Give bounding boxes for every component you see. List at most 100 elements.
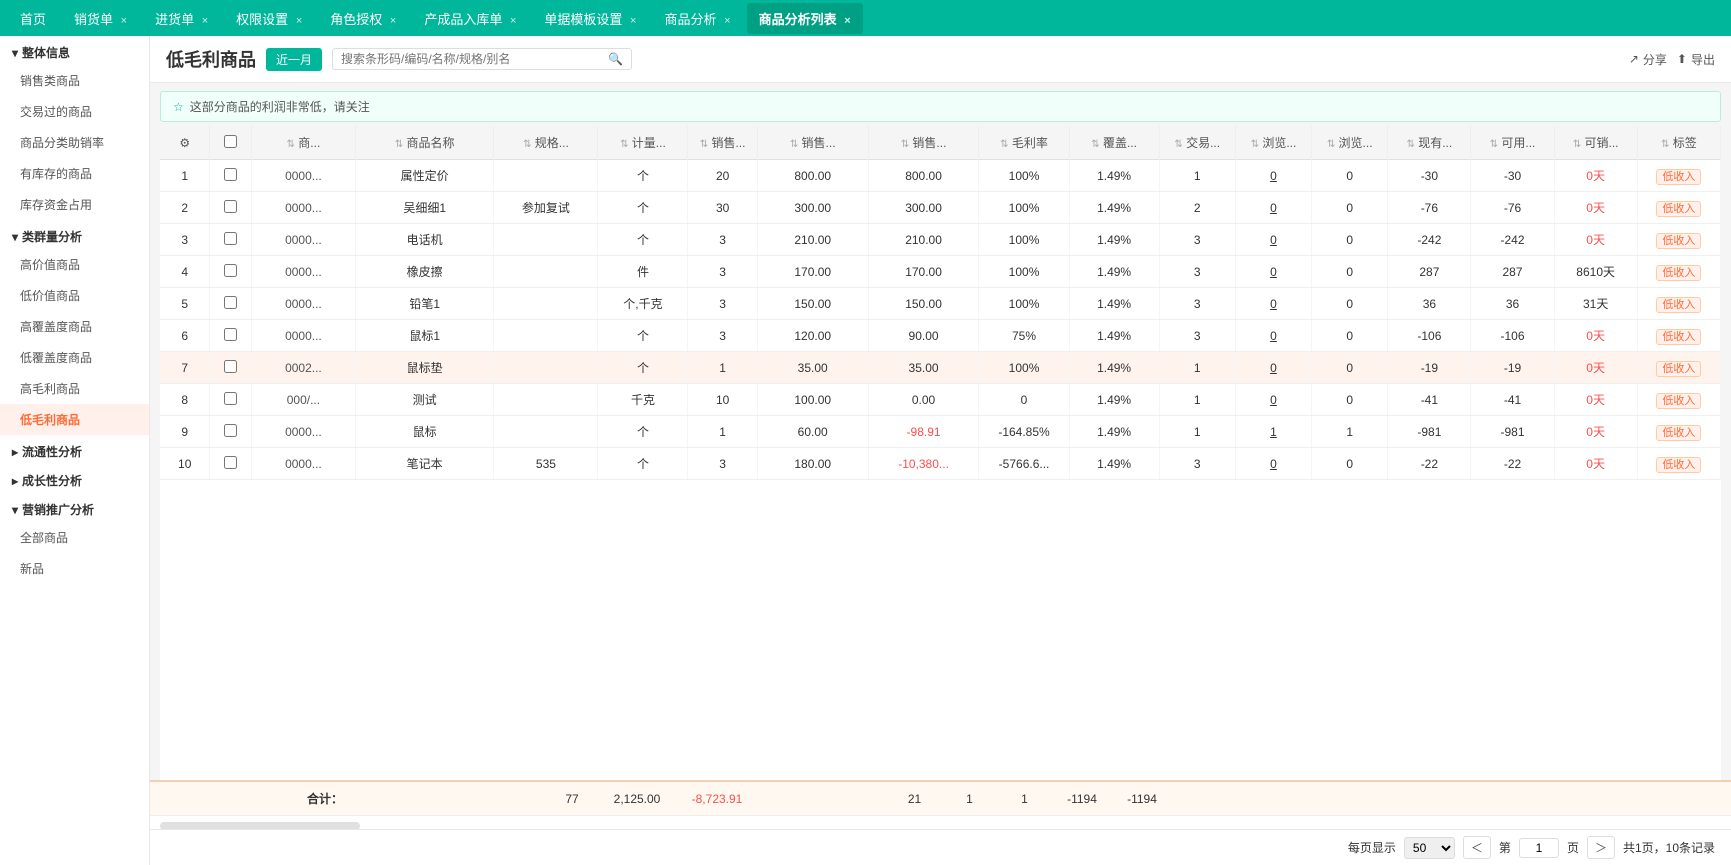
- browse1-link[interactable]: 0: [1270, 457, 1277, 471]
- col-header-transaction[interactable]: ⇅ 交易...: [1159, 126, 1235, 160]
- nav-template-settings[interactable]: 单据模板设置 ×: [532, 3, 648, 34]
- sidebar-item-high-value[interactable]: 高价值商品: [0, 249, 149, 280]
- row-browse1[interactable]: 1: [1235, 416, 1311, 448]
- row-checkbox[interactable]: [224, 424, 237, 437]
- export-button[interactable]: ⬆ 导出: [1677, 51, 1715, 68]
- nav-home[interactable]: 首页: [8, 3, 58, 34]
- col-header-sales-profit[interactable]: ⇅ 销售...: [868, 126, 979, 160]
- col-header-spec[interactable]: ⇅ 规格...: [494, 126, 598, 160]
- prev-page-button[interactable]: ＜: [1463, 836, 1491, 859]
- row-checkbox[interactable]: [224, 296, 237, 309]
- nav-product-analysis-list[interactable]: 商品分析列表 ×: [747, 3, 863, 34]
- next-page-button[interactable]: ＞: [1587, 836, 1615, 859]
- row-checkbox[interactable]: [224, 328, 237, 341]
- nav-finished-goods[interactable]: 产成品入库单 ×: [412, 3, 528, 34]
- nav-role-auth[interactable]: 角色授权 ×: [318, 3, 408, 34]
- sidebar-group-marketing[interactable]: ▾ 营销推广分析: [0, 493, 149, 522]
- row-checkbox-cell[interactable]: [210, 384, 252, 416]
- sidebar-item-traded-goods[interactable]: 交易过的商品: [0, 96, 149, 127]
- row-checkbox[interactable]: [224, 168, 237, 181]
- row-checkbox-cell[interactable]: [210, 288, 252, 320]
- row-browse1[interactable]: 0: [1235, 448, 1311, 480]
- row-checkbox-cell[interactable]: [210, 160, 252, 192]
- browse1-link[interactable]: 0: [1270, 329, 1277, 343]
- row-browse1[interactable]: 0: [1235, 224, 1311, 256]
- col-header-coverage[interactable]: ⇅ 覆盖...: [1069, 126, 1159, 160]
- sidebar-item-low-value[interactable]: 低价值商品: [0, 280, 149, 311]
- browse1-link[interactable]: 0: [1270, 297, 1277, 311]
- sidebar-item-new-goods[interactable]: 新品: [0, 553, 149, 584]
- col-header-check[interactable]: [210, 126, 252, 160]
- sidebar-item-high-margin[interactable]: 高毛利商品: [0, 373, 149, 404]
- row-checkbox[interactable]: [224, 232, 237, 245]
- row-browse1[interactable]: 0: [1235, 352, 1311, 384]
- browse1-link[interactable]: 0: [1270, 393, 1277, 407]
- row-browse1[interactable]: 0: [1235, 192, 1311, 224]
- col-header-browse2[interactable]: ⇅ 浏览...: [1312, 126, 1388, 160]
- sidebar-item-low-coverage[interactable]: 低覆盖度商品: [0, 342, 149, 373]
- browse1-link[interactable]: 1: [1270, 425, 1277, 439]
- browse1-link[interactable]: 0: [1270, 233, 1277, 247]
- row-browse1[interactable]: 0: [1235, 160, 1311, 192]
- row-checkbox-cell[interactable]: [210, 352, 252, 384]
- col-header-sales-amt[interactable]: ⇅ 销售...: [757, 126, 868, 160]
- col-header-browse1[interactable]: ⇅ 浏览...: [1235, 126, 1311, 160]
- col-header-tag[interactable]: ⇅ 标签: [1637, 126, 1720, 160]
- sidebar-item-capital[interactable]: 库存资金占用: [0, 189, 149, 220]
- close-icon[interactable]: ×: [724, 15, 730, 27]
- sidebar-group-overall[interactable]: ▾ 整体信息: [0, 36, 149, 65]
- search-icon[interactable]: 🔍: [608, 52, 623, 66]
- col-header-unit[interactable]: ⇅ 计量...: [598, 126, 688, 160]
- col-header-current[interactable]: ⇅ 现有...: [1388, 126, 1471, 160]
- browse1-link[interactable]: 0: [1270, 361, 1277, 375]
- row-checkbox[interactable]: [224, 360, 237, 373]
- sidebar-group-cluster[interactable]: ▾ 类群量分析: [0, 220, 149, 249]
- close-icon[interactable]: ×: [510, 15, 516, 27]
- share-button[interactable]: ↗ 分享: [1629, 51, 1667, 68]
- col-header-available[interactable]: ⇅ 可用...: [1471, 126, 1554, 160]
- nav-purchase-order[interactable]: 进货单 ×: [143, 3, 220, 34]
- row-checkbox-cell[interactable]: [210, 256, 252, 288]
- nav-product-analysis[interactable]: 商品分析 ×: [652, 3, 742, 34]
- row-checkbox[interactable]: [224, 392, 237, 405]
- per-page-select[interactable]: 50 20 100: [1404, 837, 1455, 859]
- row-checkbox[interactable]: [224, 264, 237, 277]
- data-table-container[interactable]: ⚙ ⇅ 商... ⇅ 商品名称: [160, 126, 1721, 780]
- close-icon[interactable]: ×: [121, 15, 127, 27]
- row-browse1[interactable]: 0: [1235, 384, 1311, 416]
- sidebar-item-sales-goods[interactable]: 销售类商品: [0, 65, 149, 96]
- nav-sales-order[interactable]: 销货单 ×: [62, 3, 139, 34]
- date-filter-button[interactable]: 近一月: [266, 48, 322, 71]
- row-checkbox-cell[interactable]: [210, 448, 252, 480]
- browse1-link[interactable]: 0: [1270, 265, 1277, 279]
- close-icon[interactable]: ×: [630, 15, 636, 27]
- sidebar-group-growth[interactable]: ▸ 成长性分析: [0, 464, 149, 493]
- sidebar-item-in-stock[interactable]: 有库存的商品: [0, 158, 149, 189]
- col-header-code[interactable]: ⇅ 商...: [251, 126, 355, 160]
- page-input[interactable]: [1519, 838, 1559, 858]
- settings-icon[interactable]: ⚙: [179, 136, 190, 150]
- row-checkbox-cell[interactable]: [210, 320, 252, 352]
- browse1-link[interactable]: 0: [1270, 201, 1277, 215]
- sidebar-item-category-rate[interactable]: 商品分类助销率: [0, 127, 149, 158]
- row-checkbox-cell[interactable]: [210, 224, 252, 256]
- row-browse1[interactable]: 0: [1235, 288, 1311, 320]
- browse1-link[interactable]: 0: [1270, 169, 1277, 183]
- row-browse1[interactable]: 0: [1235, 256, 1311, 288]
- row-checkbox[interactable]: [224, 456, 237, 469]
- sidebar-item-low-margin[interactable]: 低毛利商品: [0, 404, 149, 435]
- row-checkbox[interactable]: [224, 200, 237, 213]
- close-icon[interactable]: ×: [202, 15, 208, 27]
- row-checkbox-cell[interactable]: [210, 416, 252, 448]
- close-icon[interactable]: ×: [844, 15, 850, 27]
- col-header-sellable[interactable]: ⇅ 可销...: [1554, 126, 1637, 160]
- nav-permission[interactable]: 权限设置 ×: [224, 3, 314, 34]
- close-icon[interactable]: ×: [296, 15, 302, 27]
- col-header-sales-qty[interactable]: ⇅ 销售...: [688, 126, 757, 160]
- search-input[interactable]: [341, 52, 608, 66]
- sidebar-item-all-goods[interactable]: 全部商品: [0, 522, 149, 553]
- sidebar-group-circulation[interactable]: ▸ 流通性分析: [0, 435, 149, 464]
- col-header-gross-margin[interactable]: ⇅ 毛利率: [979, 126, 1069, 160]
- close-icon[interactable]: ×: [390, 15, 396, 27]
- col-header-settings[interactable]: ⚙: [160, 126, 210, 160]
